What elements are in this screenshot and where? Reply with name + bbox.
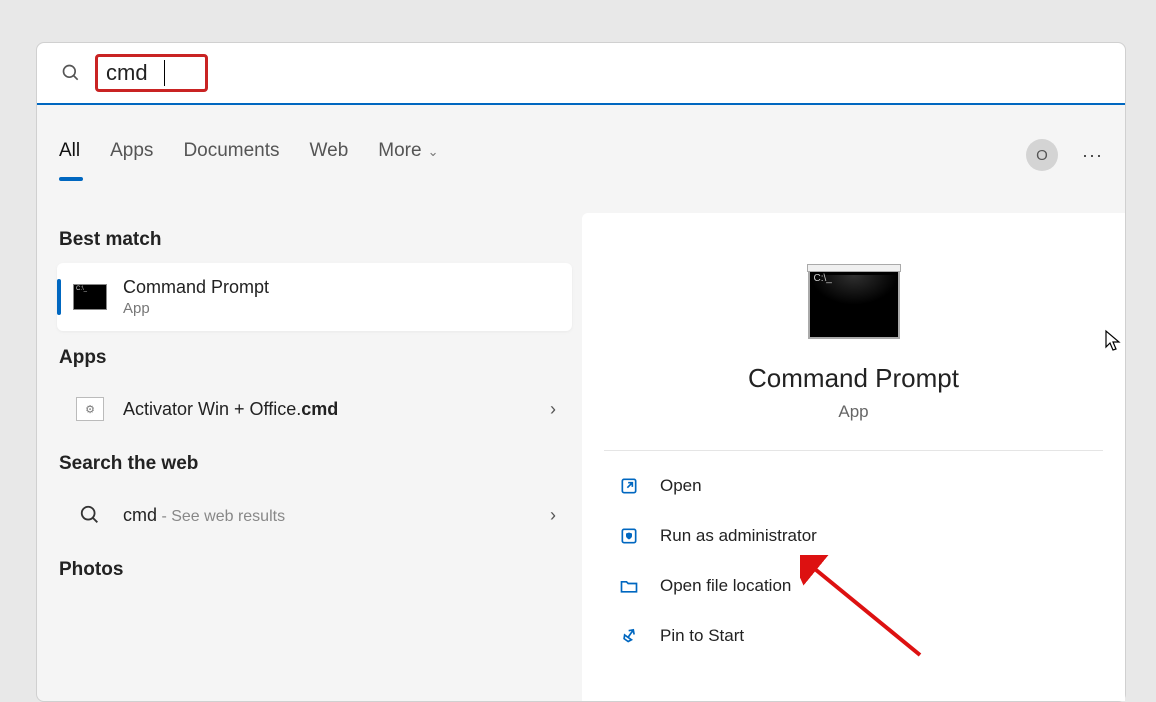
section-photos: Photos bbox=[59, 559, 572, 581]
active-tab-indicator bbox=[59, 177, 83, 181]
filter-tabs: All Apps Documents Web More⌄ O ··· bbox=[59, 139, 1103, 171]
tab-apps[interactable]: Apps bbox=[110, 140, 153, 170]
result-command-prompt[interactable]: Command Prompt App bbox=[57, 263, 572, 331]
result-activator[interactable]: ⚙ Activator Win + Office.cmd › bbox=[57, 381, 572, 437]
pin-icon bbox=[618, 625, 640, 647]
section-search-web: Search the web bbox=[59, 453, 572, 475]
more-options-icon[interactable]: ··· bbox=[1082, 145, 1103, 166]
action-label: Open file location bbox=[660, 576, 791, 596]
action-pin-start[interactable]: Pin to Start bbox=[582, 611, 1125, 661]
preview-subtitle: App bbox=[582, 402, 1125, 422]
section-best-match: Best match bbox=[59, 229, 572, 251]
result-title: Command Prompt bbox=[123, 277, 269, 298]
tab-web[interactable]: Web bbox=[310, 140, 349, 170]
search-bar[interactable]: cmd bbox=[37, 43, 1125, 105]
action-label: Open bbox=[660, 476, 702, 496]
search-icon bbox=[79, 504, 101, 526]
tab-all[interactable]: All bbox=[59, 140, 80, 170]
action-label: Pin to Start bbox=[660, 626, 744, 646]
tab-documents[interactable]: Documents bbox=[183, 140, 279, 170]
search-highlight-annotation: cmd bbox=[95, 54, 208, 92]
action-run-admin[interactable]: Run as administrator bbox=[582, 511, 1125, 561]
cmd-icon bbox=[73, 284, 107, 310]
results-pane: Best match Command Prompt App Apps ⚙ Act… bbox=[57, 213, 572, 593]
folder-icon bbox=[618, 575, 640, 597]
result-title: Activator Win + Office.cmd bbox=[123, 399, 338, 420]
result-subtitle: App bbox=[123, 300, 269, 317]
open-icon bbox=[618, 475, 640, 497]
section-apps: Apps bbox=[59, 347, 572, 369]
shield-icon bbox=[618, 525, 640, 547]
cmd-preview-icon bbox=[808, 265, 900, 339]
result-title: cmd - See web results bbox=[123, 505, 285, 526]
chevron-right-icon: › bbox=[550, 399, 556, 420]
search-input[interactable]: cmd bbox=[106, 60, 166, 86]
search-icon bbox=[61, 63, 81, 83]
chevron-down-icon: ⌄ bbox=[428, 144, 439, 159]
preview-title: Command Prompt bbox=[582, 363, 1125, 394]
action-open[interactable]: Open bbox=[582, 461, 1125, 511]
result-web-search[interactable]: cmd - See web results › bbox=[57, 487, 572, 543]
action-open-location[interactable]: Open file location bbox=[582, 561, 1125, 611]
chevron-right-icon: › bbox=[550, 505, 556, 526]
user-avatar[interactable]: O bbox=[1026, 139, 1058, 171]
action-label: Run as administrator bbox=[660, 526, 817, 546]
divider bbox=[604, 450, 1103, 451]
start-search-window: cmd All Apps Documents Web More⌄ O ··· B… bbox=[36, 42, 1126, 702]
preview-pane: Command Prompt App Open Run as administr… bbox=[582, 213, 1125, 701]
text-cursor bbox=[164, 60, 165, 86]
gear-icon: ⚙ bbox=[76, 397, 104, 421]
tab-more[interactable]: More⌄ bbox=[378, 140, 438, 170]
